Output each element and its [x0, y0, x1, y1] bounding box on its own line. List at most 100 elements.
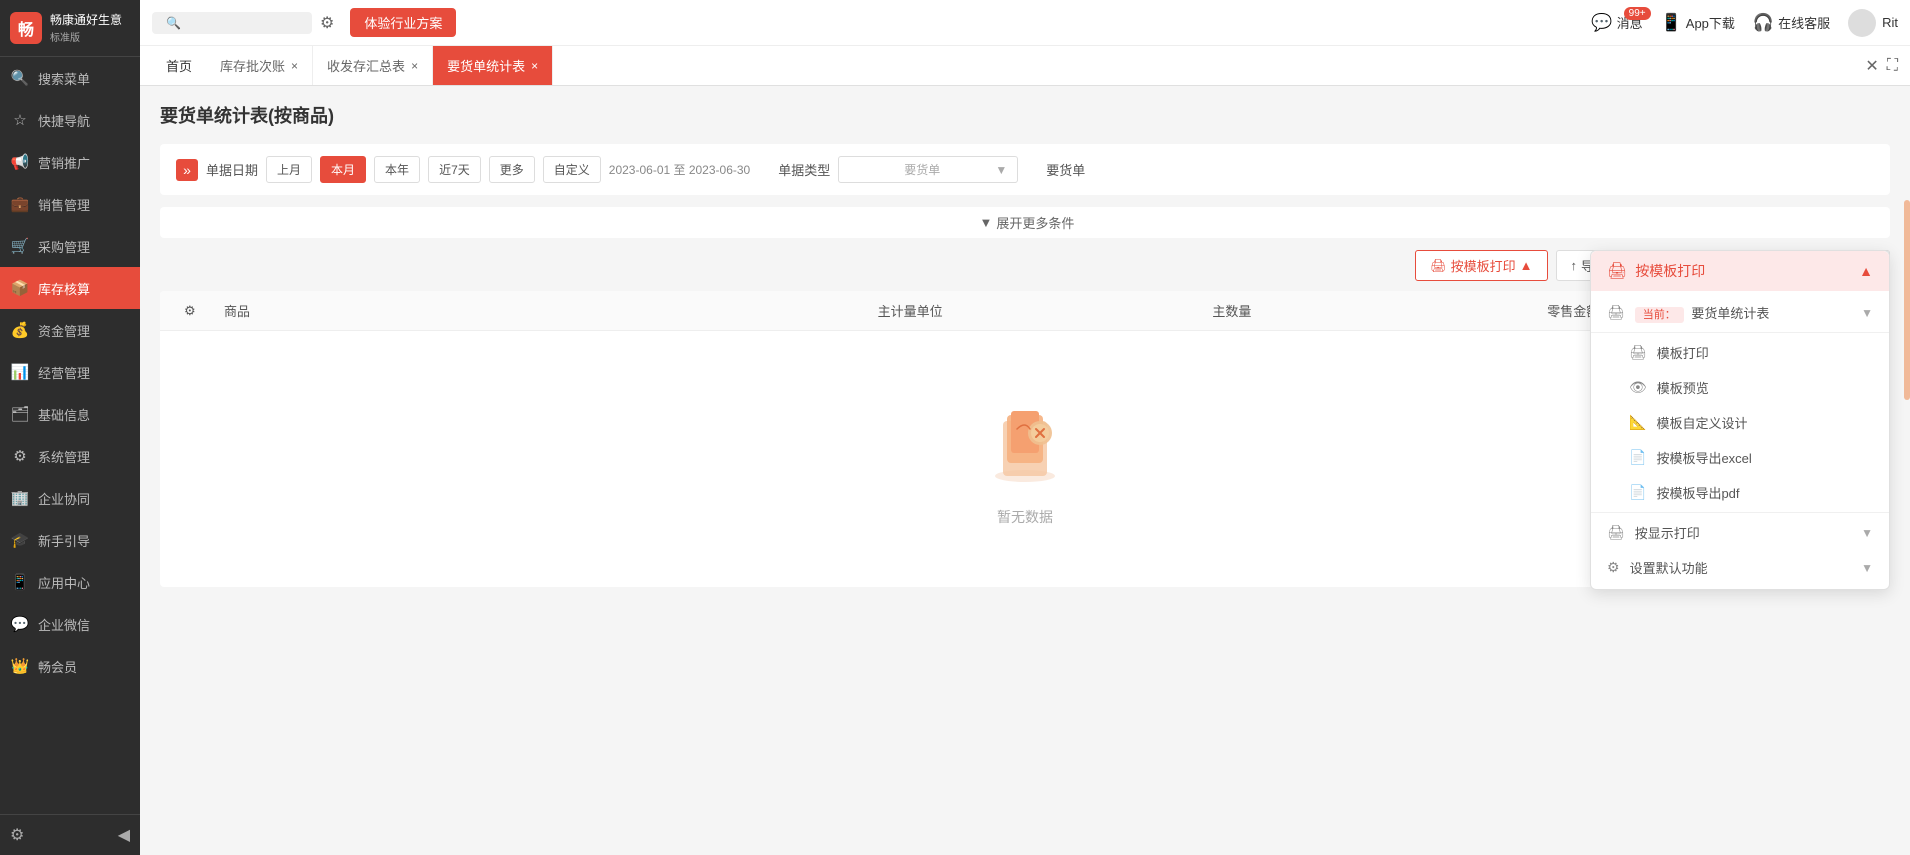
sidebar-item-marketing[interactable]: 📢 营销推广: [0, 141, 140, 183]
date-btn-this-month[interactable]: 本月: [320, 156, 366, 183]
export-icon: ↑: [1571, 258, 1578, 273]
tab-batch-label: 库存批次账: [220, 56, 285, 75]
tab-batch-close-icon[interactable]: ×: [291, 59, 298, 73]
export-pdf-icon: 📄: [1629, 484, 1646, 501]
display-print-icon: 🖨: [1607, 524, 1625, 541]
topbar-right: 💬 消息 99+ 📱 App下载 🎧 在线客服 Rit: [1591, 9, 1898, 37]
print-icon: 🖨: [1430, 258, 1447, 274]
sidebar-nav: 🔍 搜索菜单 ☆ 快捷导航 📢 营销推广 💼 销售管理 🛒 采购管理 📦 库存核…: [0, 57, 140, 814]
beginner-icon: 🎓: [10, 530, 30, 550]
date-btn-this-year[interactable]: 本年: [374, 156, 420, 183]
topbar: 🔍 ⚙ 体验行业方案 💬 消息 99+ 📱 App下载 🎧 在线客服 Rit: [140, 0, 1910, 46]
dropdown-item-export-excel[interactable]: 📄 按模板导出excel: [1591, 440, 1889, 475]
sidebar-item-label: 搜索菜单: [38, 69, 90, 88]
sidebar-item-system[interactable]: ⚙ 系统管理: [0, 435, 140, 477]
export-excel-icon: 📄: [1629, 449, 1646, 466]
empty-text: 暂无数据: [997, 507, 1053, 527]
dropdown-item-template-print[interactable]: 🖨 模板打印: [1591, 335, 1889, 370]
dropdown-item-template-design[interactable]: 📐 模板自定义设计: [1591, 405, 1889, 440]
purchase-icon: 🛒: [10, 236, 30, 256]
dropdown-current-section[interactable]: 🖨 当前： 要货单统计表 ▼: [1591, 295, 1889, 330]
sales-icon: 💼: [10, 194, 30, 214]
template-preview-label: 模板预览: [1657, 378, 1709, 397]
tab-summary-close-icon[interactable]: ×: [411, 59, 418, 73]
sidebar-item-label: 应用中心: [38, 573, 90, 592]
app-center-icon: 📱: [10, 572, 30, 592]
template-design-icon: 📐: [1629, 414, 1646, 431]
app-download-button[interactable]: 📱 App下载: [1661, 13, 1735, 33]
tab-batch[interactable]: 库存批次账 ×: [206, 46, 313, 85]
sidebar-logo: 畅 畅康通好生意 标准版: [0, 0, 140, 57]
default-function-chevron-icon: ▼: [1861, 561, 1873, 575]
expand-more-button[interactable]: ▼ 展开更多条件: [160, 207, 1890, 238]
print-dropdown-header: 🖨 按模板打印 ▲: [1591, 251, 1889, 291]
tab-summary[interactable]: 收发存汇总表 ×: [313, 46, 433, 85]
default-function-icon: ⚙: [1607, 559, 1620, 576]
settings-bottom-icon[interactable]: ⚙: [10, 825, 24, 845]
sidebar-item-wechat[interactable]: 💬 企业微信: [0, 603, 140, 645]
sidebar-item-basic[interactable]: 🗂 基础信息: [0, 393, 140, 435]
date-btn-custom[interactable]: 自定义: [543, 156, 601, 183]
page-content: 要货单统计表(按商品) » 单据日期 上月 本月 本年 近7天 更多 自定义 2…: [140, 86, 1910, 855]
dropdown-display-print-section[interactable]: 🖨 按显示打印 ▼: [1591, 515, 1889, 550]
sidebar-item-label: 快捷导航: [38, 111, 90, 130]
sidebar-item-app-center[interactable]: 📱 应用中心: [0, 561, 140, 603]
topbar-promo-button[interactable]: 体验行业方案: [350, 8, 456, 37]
right-scrollbar[interactable]: [1904, 200, 1910, 400]
message-icon: 💬: [1591, 13, 1612, 33]
print-button[interactable]: 🖨 按模板打印 ▲: [1415, 250, 1547, 281]
dropdown-header-title: 按模板打印: [1635, 261, 1705, 281]
dropdown-item-export-pdf[interactable]: 📄 按模板导出pdf: [1591, 475, 1889, 510]
date-btn-7days[interactable]: 近7天: [428, 156, 481, 183]
sidebar-item-quick-nav[interactable]: ☆ 快捷导航: [0, 99, 140, 141]
sidebar-item-beginner[interactable]: 🎓 新手引导: [0, 519, 140, 561]
type-filter-dropdown[interactable]: 要货单 ▼: [838, 156, 1018, 183]
sidebar-item-enterprise[interactable]: 🏢 企业协同: [0, 477, 140, 519]
tab-order-stat[interactable]: 要货单统计表 ×: [433, 46, 553, 85]
wechat-icon: 💬: [10, 614, 30, 634]
sidebar-item-label: 营销推广: [38, 153, 90, 172]
app-logo-icon: 畅: [10, 12, 42, 44]
col-qty-header: 主数量: [1204, 301, 1539, 320]
tab-summary-label: 收发存汇总表: [327, 56, 405, 75]
template-print-label: 模板打印: [1657, 343, 1709, 362]
search-icon: 🔍: [10, 68, 30, 88]
print-label: 按模板打印: [1451, 256, 1516, 275]
tab-close-all-icon[interactable]: ✕: [1865, 56, 1878, 76]
topbar-search[interactable]: 🔍: [152, 12, 312, 34]
sidebar-item-search[interactable]: 🔍 搜索菜单: [0, 57, 140, 99]
tab-home[interactable]: 首页: [152, 46, 206, 85]
dropdown-default-function-section[interactable]: ⚙ 设置默认功能 ▼: [1591, 550, 1889, 585]
username: Rit: [1882, 15, 1898, 30]
empty-state-illustration: [975, 391, 1075, 491]
online-service-button[interactable]: 🎧 在线客服: [1753, 13, 1830, 33]
message-button[interactable]: 💬 消息 99+: [1591, 13, 1642, 33]
sidebar-item-label: 系统管理: [38, 447, 90, 466]
topbar-gear-icon[interactable]: ⚙: [320, 13, 334, 33]
tab-order-stat-close-icon[interactable]: ×: [531, 59, 538, 73]
date-btn-more[interactable]: 更多: [489, 156, 535, 183]
collapse-icon[interactable]: ◀: [118, 825, 130, 845]
sidebar-item-sales[interactable]: 💼 销售管理: [0, 183, 140, 225]
template-preview-icon: 👁: [1629, 379, 1647, 396]
sidebar-item-label: 畅会员: [38, 657, 77, 676]
sidebar-item-finance[interactable]: 💰 资金管理: [0, 309, 140, 351]
print-dropdown-panel: 🖨 按模板打印 ▲ 🖨 当前： 要货单统计表 ▼: [1590, 250, 1890, 590]
current-section-icon: 🖨: [1607, 304, 1625, 321]
filter-expand-button[interactable]: »: [176, 159, 198, 181]
user-avatar-button[interactable]: Rit: [1848, 9, 1898, 37]
sidebar-item-purchase[interactable]: 🛒 采购管理: [0, 225, 140, 267]
filter-bar: » 单据日期 上月 本月 本年 近7天 更多 自定义 2023-06-01 至 …: [160, 144, 1890, 195]
app-name: 畅康通好生意: [50, 12, 122, 29]
enterprise-icon: 🏢: [10, 488, 30, 508]
sidebar-item-member[interactable]: 👑 畅会员: [0, 645, 140, 687]
sidebar-item-inventory[interactable]: 📦 库存核算: [0, 267, 140, 309]
col-check-header[interactable]: ⚙: [176, 303, 216, 319]
dropdown-header-chevron-icon[interactable]: ▲: [1859, 263, 1873, 279]
tab-expand-icon[interactable]: ⛶: [1887, 57, 1898, 75]
dropdown-print-icon: 🖨: [1607, 261, 1627, 281]
dropdown-item-template-preview[interactable]: 👁 模板预览: [1591, 370, 1889, 405]
sidebar-bottom: ⚙ ◀: [0, 814, 140, 855]
sidebar-item-operation[interactable]: 📊 经营管理: [0, 351, 140, 393]
date-btn-last-month[interactable]: 上月: [266, 156, 312, 183]
